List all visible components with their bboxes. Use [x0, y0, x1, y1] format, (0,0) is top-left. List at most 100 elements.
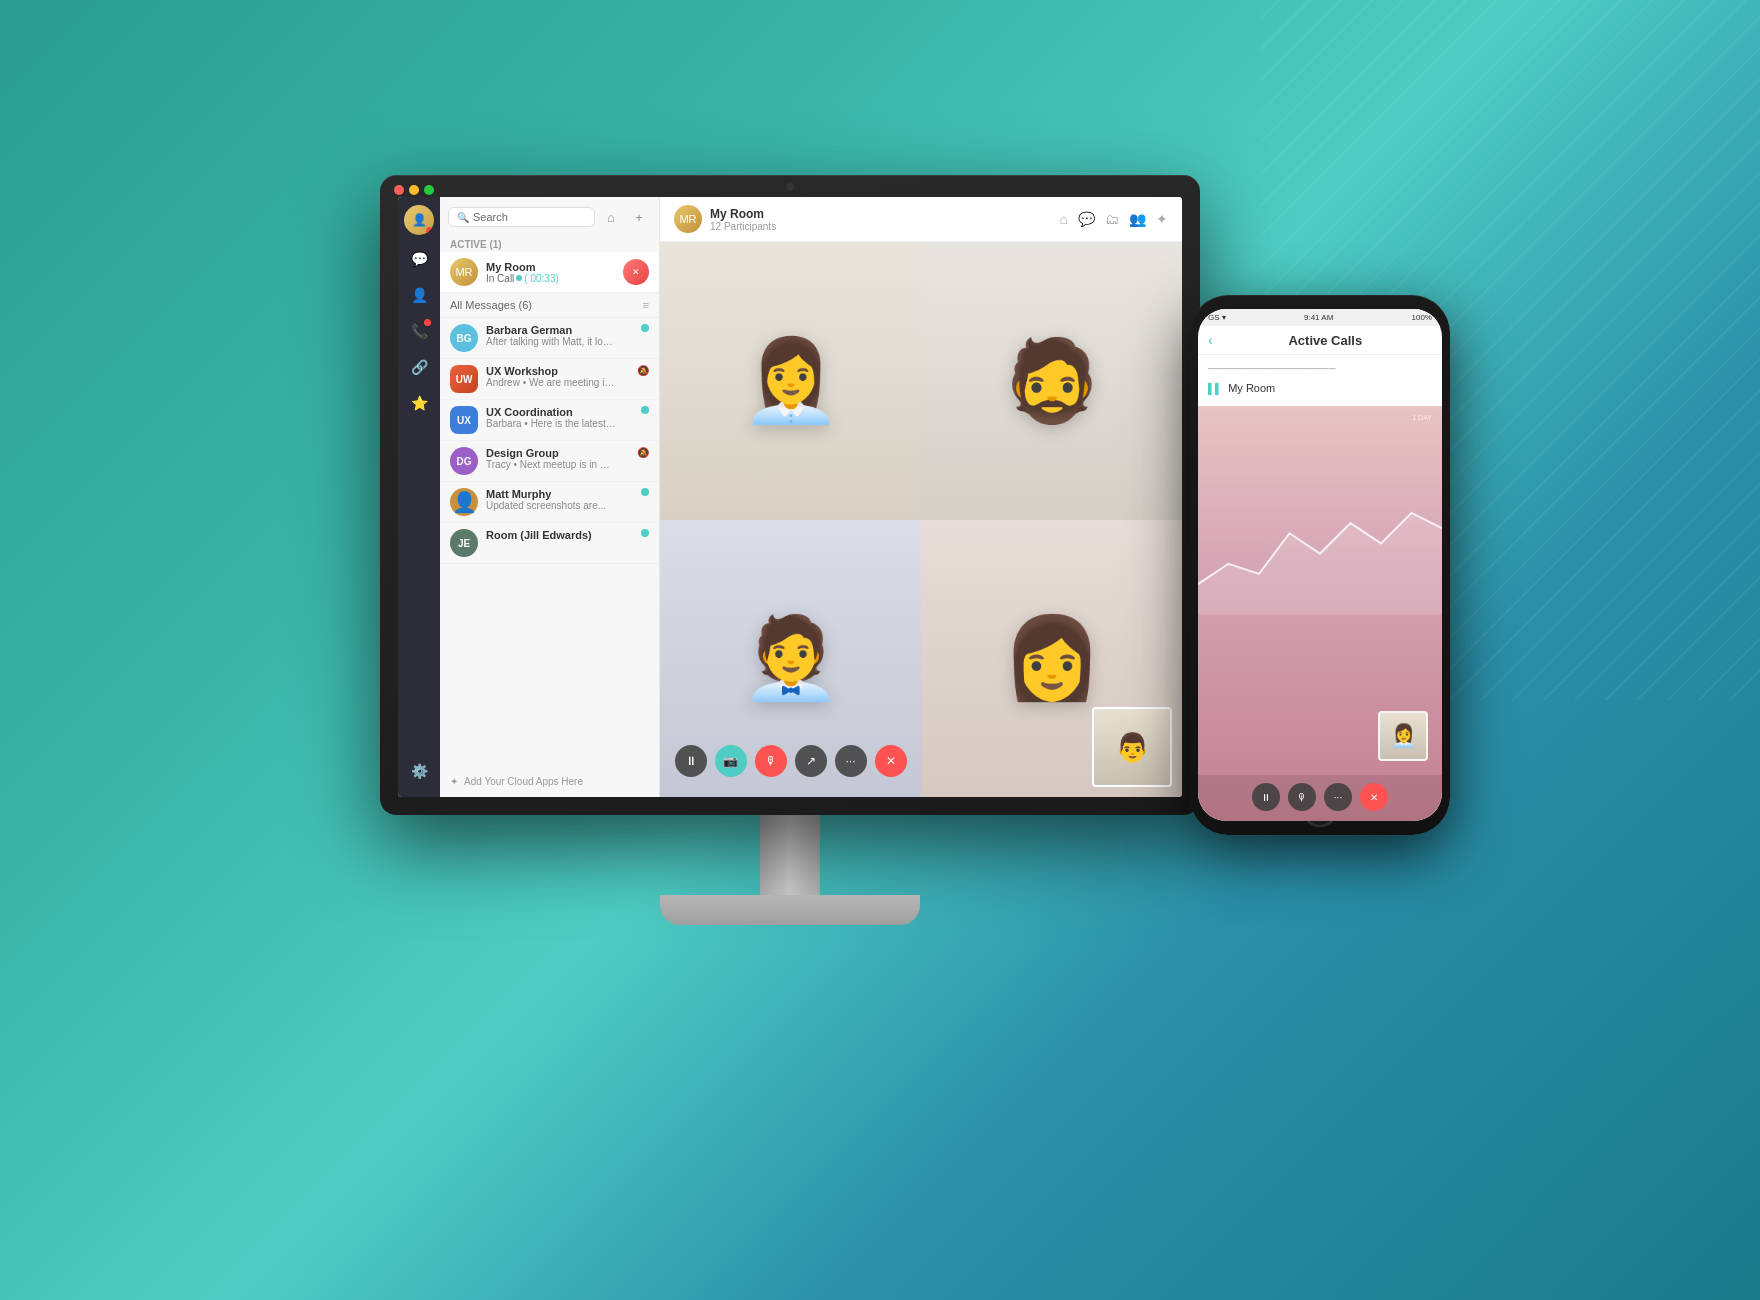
header-home-icon[interactable]: ⌂ [1060, 211, 1068, 227]
video-area: ⤢ ↗ 👩‍💼 [660, 242, 1182, 797]
end-call-btn[interactable]: ✕ [875, 745, 907, 777]
msg-preview: Updated screenshots are... [486, 500, 616, 511]
more-button[interactable]: ··· [835, 745, 867, 777]
phone-mic-button[interactable]: 🎙 [1288, 783, 1316, 811]
msg-name: Barbara German [486, 324, 633, 336]
list-item[interactable]: BG Barbara German After talking with Mat… [440, 318, 659, 359]
video-grid-bottom: 🧑‍💼 ⏸ 📷 🎙 ↗ ··· ✕ [660, 520, 1182, 798]
active-room-avatar: MR [450, 258, 478, 286]
msg-preview: Andrew • We are meeting in the big conf.… [486, 377, 616, 388]
active-room-name: My Room [486, 261, 615, 273]
phone-chart-svg [1198, 406, 1442, 701]
unread-badge [641, 529, 649, 537]
phone-nav-title: Active Calls [1219, 333, 1432, 348]
header-files-icon[interactable]: 🗂 [1105, 211, 1119, 227]
pause-button[interactable]: ⏸ [675, 745, 707, 777]
main-room-info: My Room 12 Participants [710, 207, 776, 232]
person-1: 👩‍💼 [660, 242, 921, 520]
phone-pause-button[interactable]: ⏸ [1252, 783, 1280, 811]
monitor-bezel: 👤 💬 👤 📞 🔗 ⭐ ⚙️ [380, 175, 1200, 815]
list-item[interactable]: JE Room (Jill Edwards) [440, 523, 659, 564]
sidebar-item-contacts[interactable]: 👤 [403, 279, 435, 311]
app-main: MR My Room 12 Participants ⌂ 💬 🗂 👥 [660, 197, 1182, 797]
msg-preview: Barbara • Here is the latest report [486, 418, 616, 429]
msg-name: Matt Murphy [486, 488, 633, 500]
messages-header-text: All Messages (6) [450, 299, 532, 311]
msg-avatar: 👤 [450, 488, 478, 516]
list-item[interactable]: UX UX Coordination Barbara • Here is the… [440, 400, 659, 441]
phone: GS ▾ 9:41 AM 100% ‹ Active Calls ───────… [1190, 295, 1450, 835]
active-room-item[interactable]: MR My Room In Call ( 00:33) [440, 252, 659, 293]
phone-back-icon[interactable]: ‹ [1208, 332, 1213, 348]
video-cell-3: 🧑‍💼 ⏸ 📷 🎙 ↗ ··· ✕ [660, 520, 921, 798]
active-section-label: Active (1) [440, 235, 659, 252]
traffic-lights [394, 185, 434, 195]
sidebar-item-calls[interactable]: 📞 [403, 315, 435, 347]
screenshare-button[interactable]: ↗ [795, 745, 827, 777]
search-input-wrapper[interactable]: 🔍 Search [448, 207, 595, 227]
filter-icon[interactable]: ≡ [643, 299, 649, 311]
scene-wrapper: 👤 💬 👤 📞 🔗 ⭐ ⚙️ [280, 175, 1480, 1125]
phone-more-button[interactable]: ··· [1324, 783, 1352, 811]
msg-avatar: DG [450, 447, 478, 475]
active-room-status: In Call ( 00:33) [486, 273, 615, 284]
list-item[interactable]: 👤 Matt Murphy Updated screenshots are... [440, 482, 659, 523]
msg-content: Room (Jill Edwards) [486, 529, 633, 541]
end-call-button[interactable]: ✕ [623, 259, 649, 285]
header-settings-icon[interactable]: ✦ [1156, 211, 1168, 227]
phone-signal: GS ▾ [1208, 313, 1226, 322]
sidebar-item-starred[interactable]: ⭐ [403, 387, 435, 419]
app-sidebar: 👤 💬 👤 📞 🔗 ⭐ ⚙️ [398, 197, 440, 797]
sidebar-item-files[interactable]: 🔗 [403, 351, 435, 383]
camera-button[interactable]: 📷 [715, 745, 747, 777]
cloud-apps-label: Add Your Cloud Apps Here [464, 776, 583, 787]
minimize-button[interactable] [409, 185, 419, 195]
cloud-apps-row[interactable]: ✦ Add Your Cloud Apps Here [440, 766, 659, 797]
msg-meta [641, 529, 649, 537]
add-button[interactable]: + [627, 205, 651, 229]
phone-battery: 100% [1412, 313, 1432, 322]
list-item[interactable]: DG Design Group Tracy • Next meetup is i… [440, 441, 659, 482]
msg-content: UX Workshop Andrew • We are meeting in t… [486, 365, 629, 388]
msg-meta: 🔕 [637, 365, 649, 376]
phone-screen: GS ▾ 9:41 AM 100% ‹ Active Calls ───────… [1198, 309, 1442, 821]
main-header: MR My Room 12 Participants ⌂ 💬 🗂 👥 [660, 197, 1182, 242]
msg-meta: 🔕 [637, 447, 649, 458]
phone-call-item[interactable]: ▌▌ My Room [1208, 378, 1432, 398]
call-timer: ( 00:33) [524, 273, 558, 284]
video-controls: ⏸ 📷 🎙 ↗ ··· ✕ [675, 745, 907, 777]
msg-content: Design Group Tracy • Next meetup is in S… [486, 447, 629, 470]
search-input[interactable]: Search [473, 211, 508, 223]
msg-name: UX Coordination [486, 406, 633, 418]
cloud-apps-icon: ✦ [450, 776, 458, 787]
mic-button[interactable]: 🎙 [755, 745, 787, 777]
phone-call-name: My Room [1228, 382, 1275, 394]
phone-nav: ‹ Active Calls [1198, 326, 1442, 355]
main-room-name: My Room [710, 207, 776, 221]
msg-avatar: BG [450, 324, 478, 352]
home-icon-btn[interactable]: ⌂ [599, 205, 623, 229]
phone-active-calls: ────────────────── ▌▌ My Room [1198, 355, 1442, 406]
app-panel: 🔍 Search ⌂ + Active (1) MR [440, 197, 660, 797]
self-view-video: 👨 [1092, 707, 1172, 787]
sidebar-item-settings[interactable]: ⚙️ [403, 755, 435, 787]
unread-badge [641, 488, 649, 496]
sidebar-item-messages[interactable]: 💬 [403, 243, 435, 275]
monitor-screen: 👤 💬 👤 📞 🔗 ⭐ ⚙️ [398, 197, 1182, 797]
msg-meta [641, 488, 649, 496]
maximize-button[interactable] [424, 185, 434, 195]
phone-time: 9:41 AM [1304, 313, 1333, 322]
msg-avatar: UW [450, 365, 478, 393]
svg-marker-0 [1198, 513, 1442, 615]
list-item[interactable]: UW UX Workshop Andrew • We are meeting i… [440, 359, 659, 400]
user-avatar[interactable]: 👤 [404, 205, 434, 235]
search-bar: 🔍 Search ⌂ + [440, 197, 659, 235]
msg-content: Matt Murphy Updated screenshots are... [486, 488, 633, 511]
phone-end-call-button[interactable]: ✕ [1360, 783, 1388, 811]
header-members-icon[interactable]: 👥 [1129, 211, 1146, 227]
header-chat-icon[interactable]: 💬 [1078, 211, 1095, 227]
signal-icon: ▌▌ [1208, 383, 1222, 394]
close-button[interactable] [394, 185, 404, 195]
search-icon: 🔍 [457, 212, 469, 223]
status-dot [516, 275, 522, 281]
